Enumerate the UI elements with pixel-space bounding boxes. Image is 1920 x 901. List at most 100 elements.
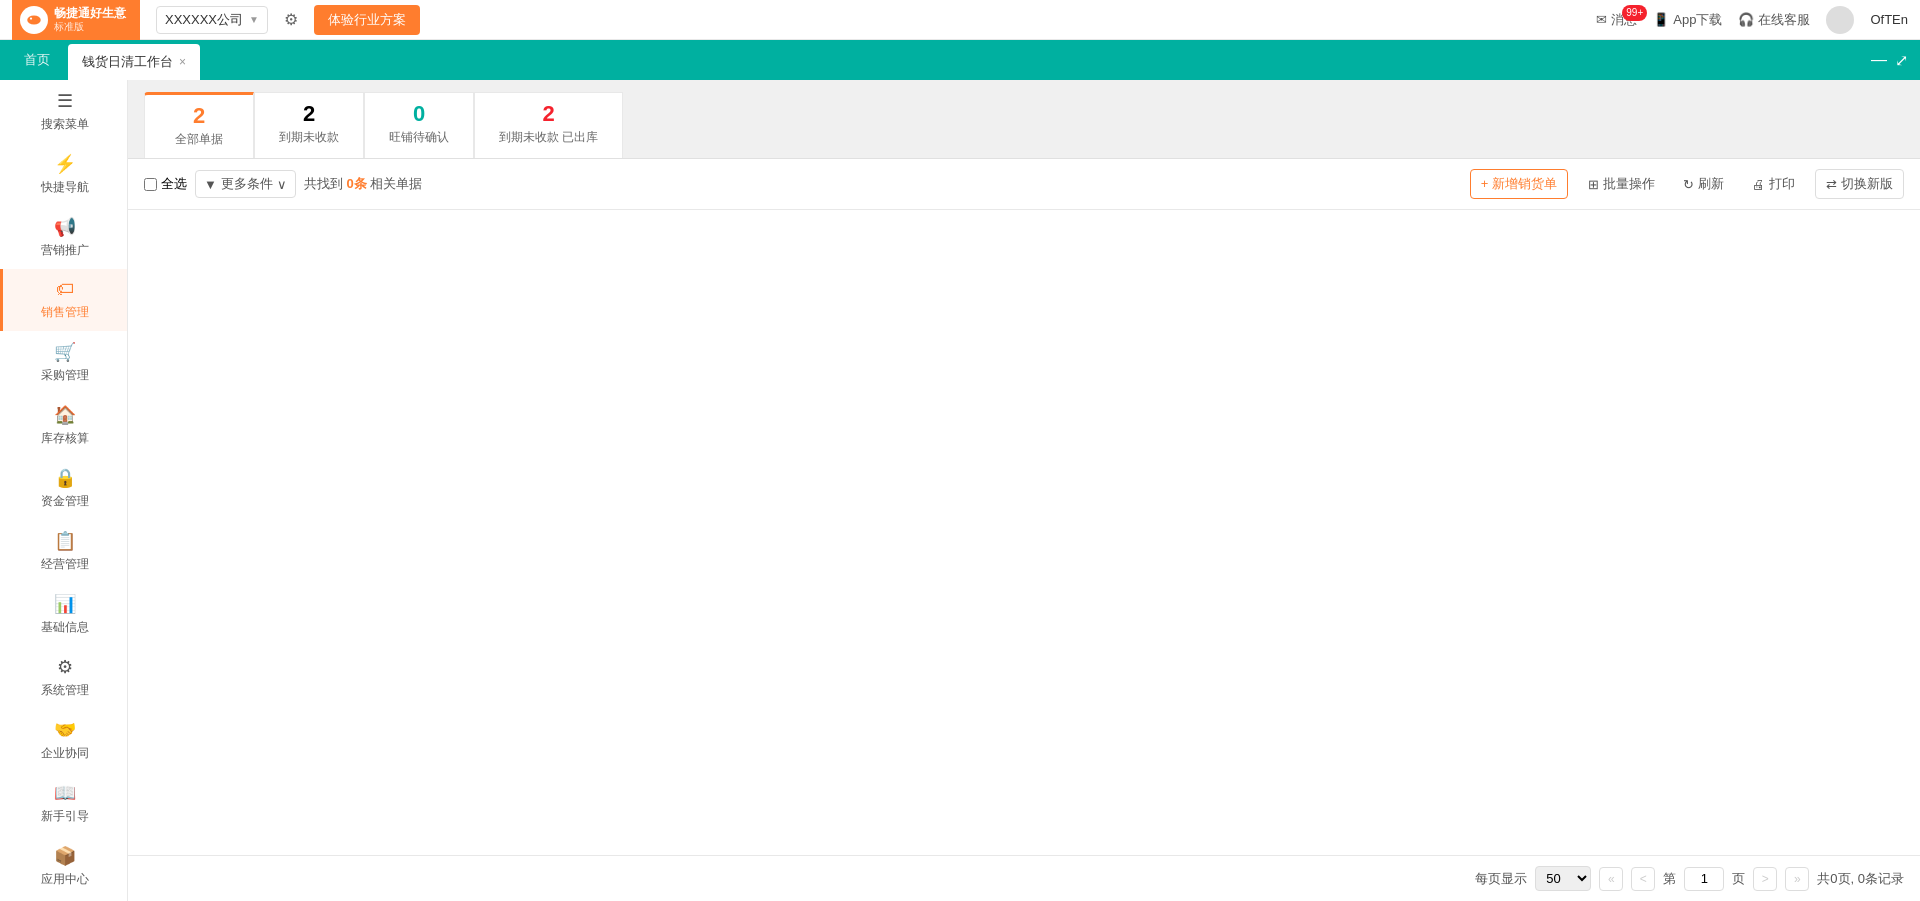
sidebar-icon-5: 🏠 [54, 404, 76, 426]
stat-tab-3[interactable]: 2到期未收款 已出库 [474, 92, 623, 158]
company-selector[interactable]: XXXXXX公司 ▼ [156, 6, 268, 34]
sidebar-label-8: 基础信息 [41, 619, 89, 636]
sidebar-label-7: 经营管理 [41, 556, 89, 573]
try-industry-button[interactable]: 体验行业方案 [314, 5, 420, 35]
page-size-label: 每页显示 [1475, 870, 1527, 888]
stat-tab-2[interactable]: 0旺铺待确认 [364, 92, 474, 158]
page-input[interactable] [1684, 867, 1724, 891]
message-icon: ✉ [1596, 12, 1607, 27]
sidebar-item-9[interactable]: ⚙系统管理 [0, 646, 127, 709]
sidebar-label-1: 快捷导航 [41, 179, 89, 196]
sidebar-icon-3: 🏷 [56, 279, 74, 300]
tab-bar-controls: — ⤢ [1871, 51, 1920, 70]
sidebar-item-0[interactable]: ☰搜索菜单 [0, 80, 127, 143]
print-icon: 🖨 [1752, 177, 1765, 192]
pagination: 每页显示 2050100200 « < 第 页 > » 共0页, 0条记录 [128, 855, 1920, 901]
filter-button[interactable]: ▼ 更多条件 ∨ [195, 170, 296, 198]
sidebar-icon-11: 📖 [54, 782, 76, 804]
sidebar-label-11: 新手引导 [41, 808, 89, 825]
stat-label-3: 到期未收款 已出库 [499, 129, 598, 146]
sidebar-label-4: 采购管理 [41, 367, 89, 384]
username: OfTEn [1870, 12, 1908, 27]
message-badge: 99+ [1622, 5, 1647, 21]
app-download-button[interactable]: 📱 App下载 [1653, 11, 1722, 29]
found-count: 0条 [347, 176, 367, 191]
select-all-checkbox[interactable]: 全选 [144, 175, 187, 193]
toolbar-right: + 新增销货单 ⊞ 批量操作 ↻ 刷新 🖨 打印 ⇄ 切换新版 [1470, 169, 1904, 199]
content: 2全部单据 2 到期未收款 0旺铺待确认2到期未收款 已出库 全选 ▼ 更多条件 ∨ … [128, 80, 1920, 901]
svg-point-0 [27, 15, 41, 24]
prev-page-button[interactable]: < [1631, 867, 1655, 891]
sidebar-label-9: 系统管理 [41, 682, 89, 699]
filter-icon: ▼ [204, 177, 217, 192]
refresh-icon: ↻ [1683, 177, 1694, 192]
batch-op-icon: ⊞ [1588, 177, 1599, 192]
content-area [128, 210, 1920, 855]
new-sale-button[interactable]: + 新增销货单 [1470, 169, 1568, 199]
stat-num-2: 0 [413, 101, 425, 127]
top-bar: 畅捷通好生意 标准版 XXXXXX公司 ▼ ⚙ 体验行业方案 ✉ 消息 99+ … [0, 0, 1920, 40]
stat-num-1: 2 [303, 101, 315, 127]
select-all-input[interactable] [144, 178, 157, 191]
stat-tab-0[interactable]: 2全部单据 [144, 92, 254, 158]
stat-label-0: 全部单据 [175, 131, 223, 148]
sidebar-icon-1: ⚡ [54, 153, 76, 175]
sidebar-label-2: 营销推广 [41, 242, 89, 259]
filter-arrow: ∨ [277, 177, 287, 192]
stat-label-1: 到期未收款 [279, 129, 339, 146]
stat-tab-1[interactable]: 2 到期未收款 [254, 92, 364, 158]
switch-new-button[interactable]: ⇄ 切换新版 [1815, 169, 1904, 199]
top-right-area: ✉ 消息 99+ 📱 App下载 🎧 在线客服 OfTEn [1596, 6, 1908, 34]
online-service-button[interactable]: 🎧 在线客服 [1738, 11, 1810, 29]
app-download-icon: 📱 [1653, 12, 1669, 27]
sidebar-icon-12: 📦 [54, 845, 76, 867]
refresh-button[interactable]: ↻ 刷新 [1675, 171, 1732, 197]
sidebar-item-10[interactable]: 🤝 企业协同 [0, 709, 127, 772]
company-name: XXXXXX公司 [165, 11, 243, 29]
settings-icon[interactable]: ⚙ [276, 5, 306, 35]
sidebar-item-5[interactable]: 🏠 库存核算 [0, 394, 127, 457]
total-info: 共0页, 0条记录 [1817, 870, 1904, 888]
last-page-button[interactable]: » [1785, 867, 1809, 891]
tab-close-icon[interactable]: × [179, 55, 186, 69]
batch-op-button[interactable]: ⊞ 批量操作 [1580, 171, 1663, 197]
sidebar-icon-6: 🔒 [54, 467, 76, 489]
sidebar-icon-10: 🤝 [54, 719, 76, 741]
sidebar-label-6: 资金管理 [41, 493, 89, 510]
sidebar-icon-7: 📋 [54, 530, 76, 552]
sidebar-item-7[interactable]: 📋 经营管理 [0, 520, 127, 583]
logo-area[interactable]: 畅捷通好生意 标准版 [12, 0, 140, 40]
tab-minimize-icon[interactable]: — [1871, 51, 1887, 69]
message-button[interactable]: ✉ 消息 99+ [1596, 11, 1637, 29]
main-layout: ☰搜索菜单 ⚡ 快捷导航 📢营销推广 🏷 销售管理 🛒采购管理 🏠 库存核算 🔒 资金管理 📋 经营管理… [0, 80, 1920, 901]
avatar[interactable] [1826, 6, 1854, 34]
sidebar-label-0: 搜索菜单 [41, 116, 89, 133]
tab-qianhuoriqing[interactable]: 钱货日清工作台 × [68, 44, 200, 80]
page-label-after: 页 [1732, 870, 1745, 888]
sidebar-item-12[interactable]: 📦应用中心 [0, 835, 127, 898]
stats-tabs: 2全部单据 2 到期未收款 0旺铺待确认2到期未收款 已出库 [128, 80, 1920, 159]
next-page-button[interactable]: > [1753, 867, 1777, 891]
sidebar-item-8[interactable]: 📊基础信息 [0, 583, 127, 646]
sidebar-item-1[interactable]: ⚡ 快捷导航 [0, 143, 127, 206]
sidebar-item-2[interactable]: 📢营销推广 [0, 206, 127, 269]
print-button[interactable]: 🖨 打印 [1744, 171, 1803, 197]
logo-icon [20, 6, 48, 34]
sidebar-item-6[interactable]: 🔒 资金管理 [0, 457, 127, 520]
page-label-before: 第 [1663, 870, 1676, 888]
sidebar-label-3: 销售管理 [41, 304, 89, 321]
sidebar-label-10: 企业协同 [41, 745, 89, 762]
sidebar-item-11[interactable]: 📖 新手引导 [0, 772, 127, 835]
sidebar-label-5: 库存核算 [41, 430, 89, 447]
tab-home[interactable]: 首页 [8, 40, 66, 80]
svg-point-1 [30, 17, 32, 19]
first-page-button[interactable]: « [1599, 867, 1623, 891]
company-arrow: ▼ [249, 14, 259, 25]
sidebar-item-3[interactable]: 🏷 销售管理 [0, 269, 127, 331]
tab-maximize-icon[interactable]: ⤢ [1895, 51, 1908, 70]
sidebar-item-4[interactable]: 🛒采购管理 [0, 331, 127, 394]
tab-bar: 首页 钱货日清工作台 × — ⤢ [0, 40, 1920, 80]
switch-icon: ⇄ [1826, 177, 1837, 192]
page-size-select[interactable]: 2050100200 [1535, 866, 1591, 891]
toolbar: 全选 ▼ 更多条件 ∨ 共找到 0条 相关单据 + 新增销货单 ⊞ 批量操作 [128, 159, 1920, 210]
